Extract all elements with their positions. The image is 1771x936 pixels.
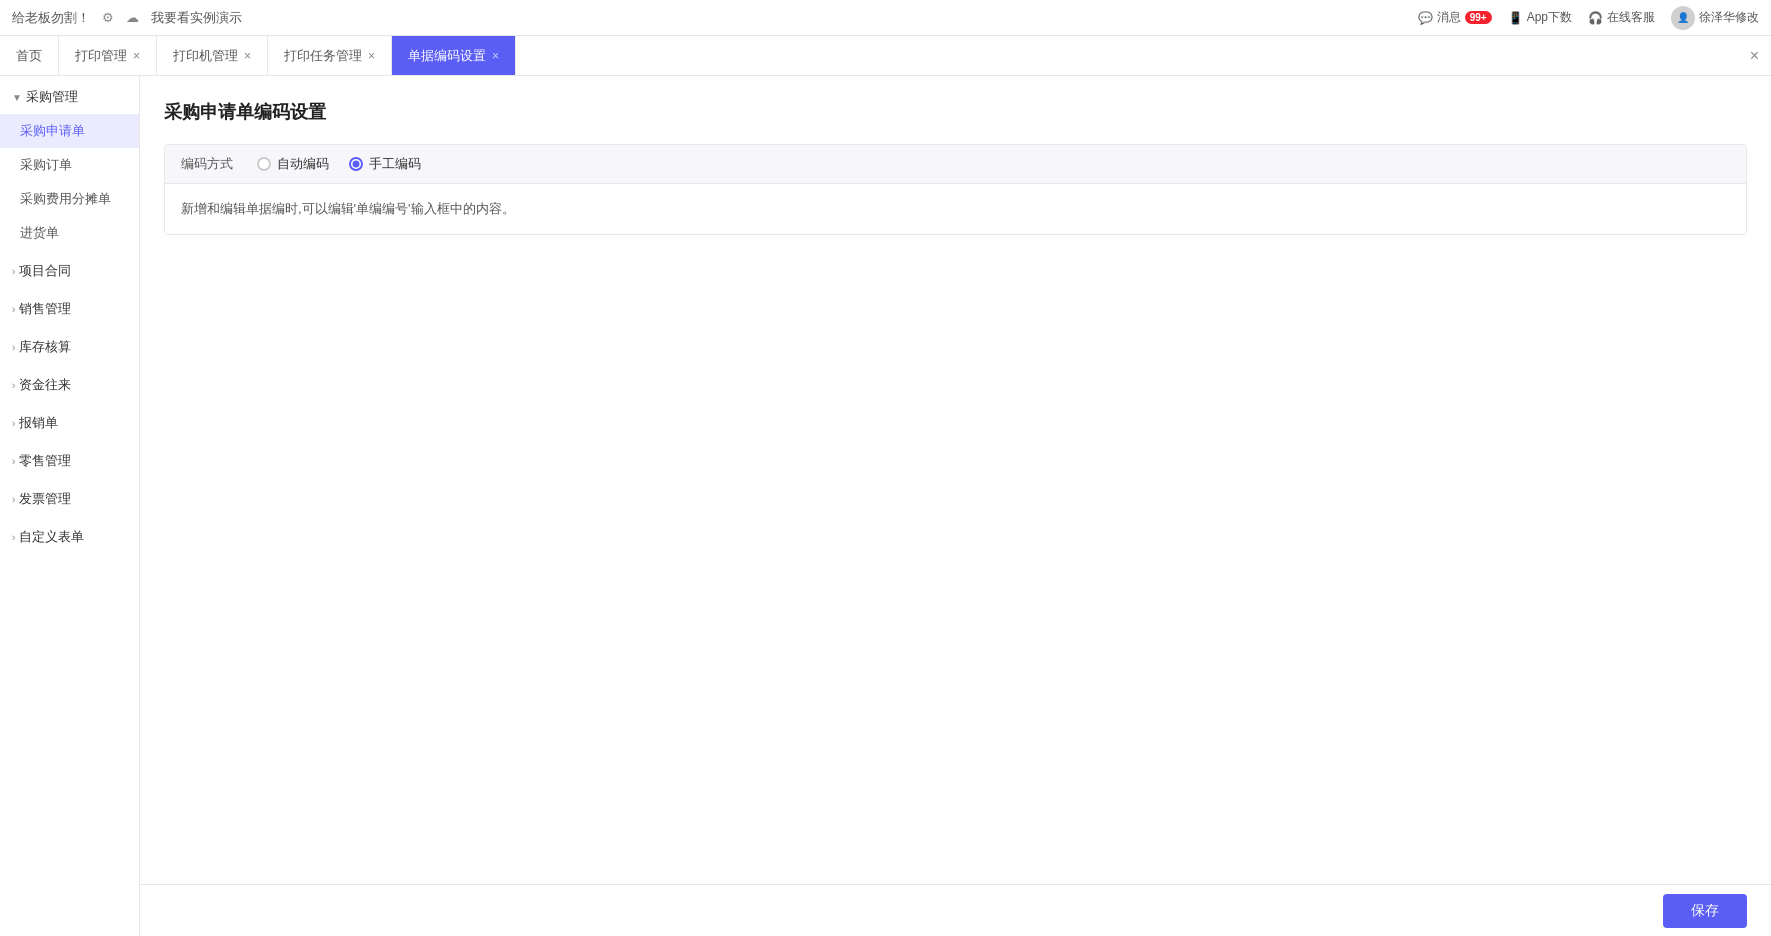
example-text[interactable]: 我要看实例演示 [151,9,242,27]
sidebar-group-funds-header[interactable]: › 资金往来 [0,368,139,402]
save-button[interactable]: 保存 [1663,894,1747,928]
sidebar-group-expense-report: › 报销单 [0,406,139,440]
app-title: 给老板勿割！ [12,9,90,27]
sidebar-group-inventory: › 库存核算 [0,330,139,364]
coding-description: 新增和编辑单据编时,可以编辑'单编编号'输入框中的内容。 [181,201,515,216]
close-tab-printer-management[interactable]: × [244,50,251,62]
sidebar-item-goods-receipt[interactable]: 进货单 [0,216,139,250]
sidebar-group-purchase-label: 采购管理 [26,88,78,106]
main-layout: ▼ 采购管理 采购申请单 采购订单 采购费用分摊单 进货单 › 项目合同 [0,76,1771,936]
tab-home[interactable]: 首页 [0,36,59,75]
sidebar-group-project-contract-header[interactable]: › 项目合同 [0,254,139,288]
close-tab-print-management[interactable]: × [133,50,140,62]
cloud-icon: ☁ [126,10,139,25]
settings-icon[interactable]: ⚙ [102,10,114,25]
radio-manual-label: 手工编码 [369,155,421,173]
sidebar-group-invoice-header[interactable]: › 发票管理 [0,482,139,516]
sidebar-group-project-contract-label: 项目合同 [19,262,71,280]
sidebar-group-retail-header[interactable]: › 零售管理 [0,444,139,478]
phone-icon: 📱 [1508,11,1523,25]
sidebar-item-purchase-expense-label: 采购费用分摊单 [20,191,111,206]
close-all-tabs-button[interactable]: × [1738,36,1771,75]
sidebar-group-retail: › 零售管理 [0,444,139,478]
app-download-button[interactable]: 📱 App下数 [1508,9,1572,26]
tab-print-management[interactable]: 打印管理 × [59,36,157,75]
user-profile[interactable]: 👤 徐泽华修改 [1671,6,1759,30]
sidebar-group-sales-header[interactable]: › 销售管理 [0,292,139,326]
sidebar-group-expense-report-header[interactable]: › 报销单 [0,406,139,440]
page-title: 采购申请单编码设置 [164,100,1747,124]
avatar: 👤 [1671,6,1695,30]
sidebar: ▼ 采购管理 采购申请单 采购订单 采购费用分摊单 进货单 › 项目合同 [0,76,140,936]
sidebar-group-custom-form: › 自定义表单 [0,520,139,554]
sidebar-group-invoice-label: 发票管理 [19,490,71,508]
sidebar-item-purchase-expense[interactable]: 采购费用分摊单 [0,182,139,216]
user-name: 徐泽华修改 [1699,9,1759,26]
app-download-label: App下数 [1527,9,1572,26]
tab-print-task-label: 打印任务管理 [284,47,362,65]
tab-print-task-management[interactable]: 打印任务管理 × [268,36,392,75]
tab-print-management-label: 打印管理 [75,47,127,65]
radio-auto-code[interactable]: 自动编码 [257,155,329,173]
sidebar-group-retail-label: 零售管理 [19,452,71,470]
radio-auto-label: 自动编码 [277,155,329,173]
sidebar-item-purchase-requisition-label: 采购申请单 [20,123,85,138]
message-button[interactable]: 💬 消息 99+ [1418,9,1492,26]
online-service-label: 在线客服 [1607,9,1655,26]
sidebar-group-expense-report-label: 报销单 [19,414,58,432]
coding-section: 编码方式 自动编码 手工编码 新增和编辑单据编时,可以编辑'单编编号'输入框中的 [164,144,1747,235]
tab-document-code-label: 单据编码设置 [408,47,486,65]
sidebar-item-purchase-requisition[interactable]: 采购申请单 [0,114,139,148]
chevron-right-icon-8: › [12,532,15,543]
top-bar-left: 给老板勿割！ ⚙ ☁ 我要看实例演示 [12,9,242,27]
radio-group: 自动编码 手工编码 [257,155,421,173]
sidebar-group-inventory-header[interactable]: › 库存核算 [0,330,139,364]
sidebar-item-purchase-order[interactable]: 采购订单 [0,148,139,182]
chevron-right-icon: › [12,266,15,277]
coding-body: 新增和编辑单据编时,可以编辑'单编编号'输入框中的内容。 [165,184,1746,234]
sidebar-group-invoice: › 发票管理 [0,482,139,516]
tab-home-label: 首页 [16,47,42,65]
top-bar: 给老板勿割！ ⚙ ☁ 我要看实例演示 💬 消息 99+ 📱 App下数 🎧 在线… [0,0,1771,36]
chevron-right-icon-4: › [12,380,15,391]
close-tab-print-task[interactable]: × [368,50,375,62]
top-bar-right: 💬 消息 99+ 📱 App下数 🎧 在线客服 👤 徐泽华修改 [1418,6,1759,30]
radio-auto-circle [257,157,271,171]
sidebar-group-custom-form-header[interactable]: › 自定义表单 [0,520,139,554]
online-service-button[interactable]: 🎧 在线客服 [1588,9,1655,26]
message-label: 消息 [1437,9,1461,26]
chevron-down-icon: ▼ [12,92,22,103]
sidebar-item-goods-receipt-label: 进货单 [20,225,59,240]
message-badge: 99+ [1465,11,1492,24]
sidebar-group-funds-label: 资金往来 [19,376,71,394]
headset-icon: 🎧 [1588,11,1603,25]
tab-document-code-settings[interactable]: 单据编码设置 × [392,36,516,75]
chevron-right-icon-5: › [12,418,15,429]
close-tab-document-code[interactable]: × [492,50,499,62]
sidebar-item-purchase-order-label: 采购订单 [20,157,72,172]
sidebar-group-custom-form-label: 自定义表单 [19,528,84,546]
sidebar-group-sales-label: 销售管理 [19,300,71,318]
chevron-right-icon-6: › [12,456,15,467]
sidebar-group-purchase-header[interactable]: ▼ 采购管理 [0,80,139,114]
chevron-right-icon-7: › [12,494,15,505]
content-area: 采购申请单编码设置 编码方式 自动编码 手工编码 [140,76,1771,936]
sidebar-group-funds: › 资金往来 [0,368,139,402]
chevron-right-icon-3: › [12,342,15,353]
content-inner: 采购申请单编码设置 编码方式 自动编码 手工编码 [140,76,1771,884]
chevron-right-icon-2: › [12,304,15,315]
sidebar-group-inventory-label: 库存核算 [19,338,71,356]
content-footer: 保存 [140,884,1771,936]
tab-printer-management-label: 打印机管理 [173,47,238,65]
coding-header: 编码方式 自动编码 手工编码 [165,145,1746,184]
tab-printer-management[interactable]: 打印机管理 × [157,36,268,75]
coding-method-label: 编码方式 [181,155,233,173]
message-icon: 💬 [1418,11,1433,25]
sidebar-group-sales: › 销售管理 [0,292,139,326]
tab-bar: 首页 打印管理 × 打印机管理 × 打印任务管理 × 单据编码设置 × × [0,36,1771,76]
radio-manual-code[interactable]: 手工编码 [349,155,421,173]
sidebar-group-purchase: ▼ 采购管理 采购申请单 采购订单 采购费用分摊单 进货单 [0,80,139,250]
sidebar-group-project-contract: › 项目合同 [0,254,139,288]
radio-manual-circle [349,157,363,171]
